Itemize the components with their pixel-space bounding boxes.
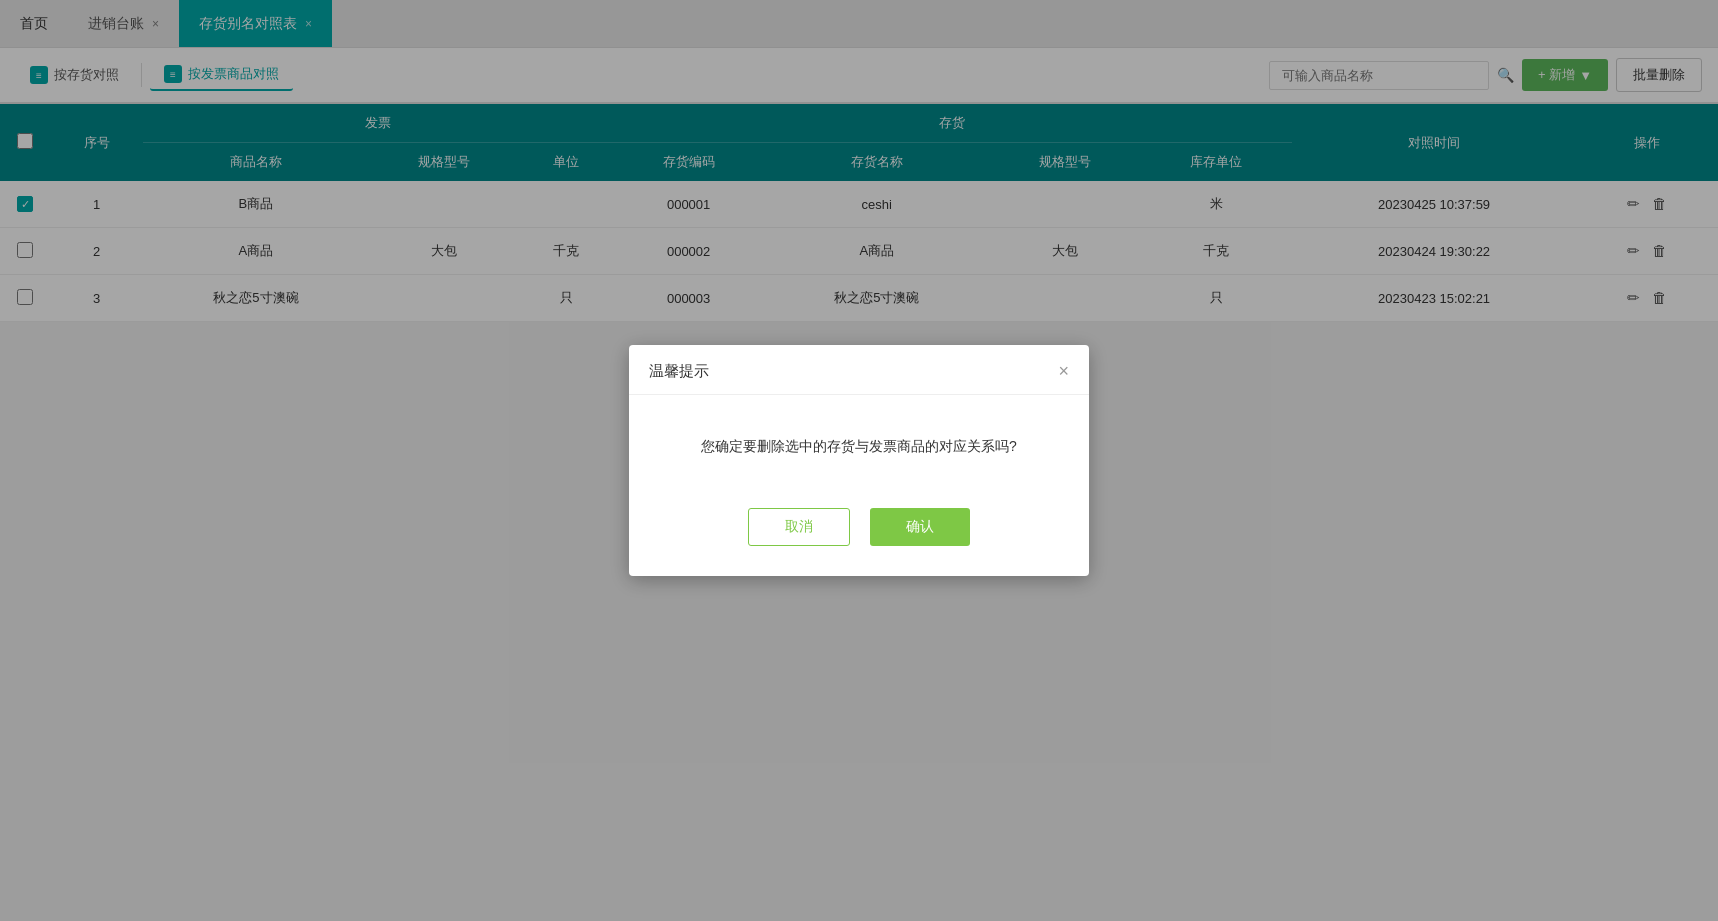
overlay: 温馨提示 × 您确定要删除选中的存货与发票商品的对应关系吗? 取消 确认: [0, 0, 1718, 921]
dialog-title: 温馨提示: [649, 362, 709, 381]
dialog-close-button[interactable]: ×: [1058, 361, 1069, 382]
dialog-cancel-button[interactable]: 取消: [748, 508, 850, 546]
dialog-body: 您确定要删除选中的存货与发票商品的对应关系吗?: [629, 395, 1089, 487]
dialog-confirm-button[interactable]: 确认: [870, 508, 970, 546]
dialog-footer: 取消 确认: [629, 488, 1089, 576]
dialog-message: 您确定要删除选中的存货与发票商品的对应关系吗?: [701, 438, 1017, 454]
dialog-header: 温馨提示 ×: [629, 345, 1089, 395]
dialog: 温馨提示 × 您确定要删除选中的存货与发票商品的对应关系吗? 取消 确认: [629, 345, 1089, 575]
